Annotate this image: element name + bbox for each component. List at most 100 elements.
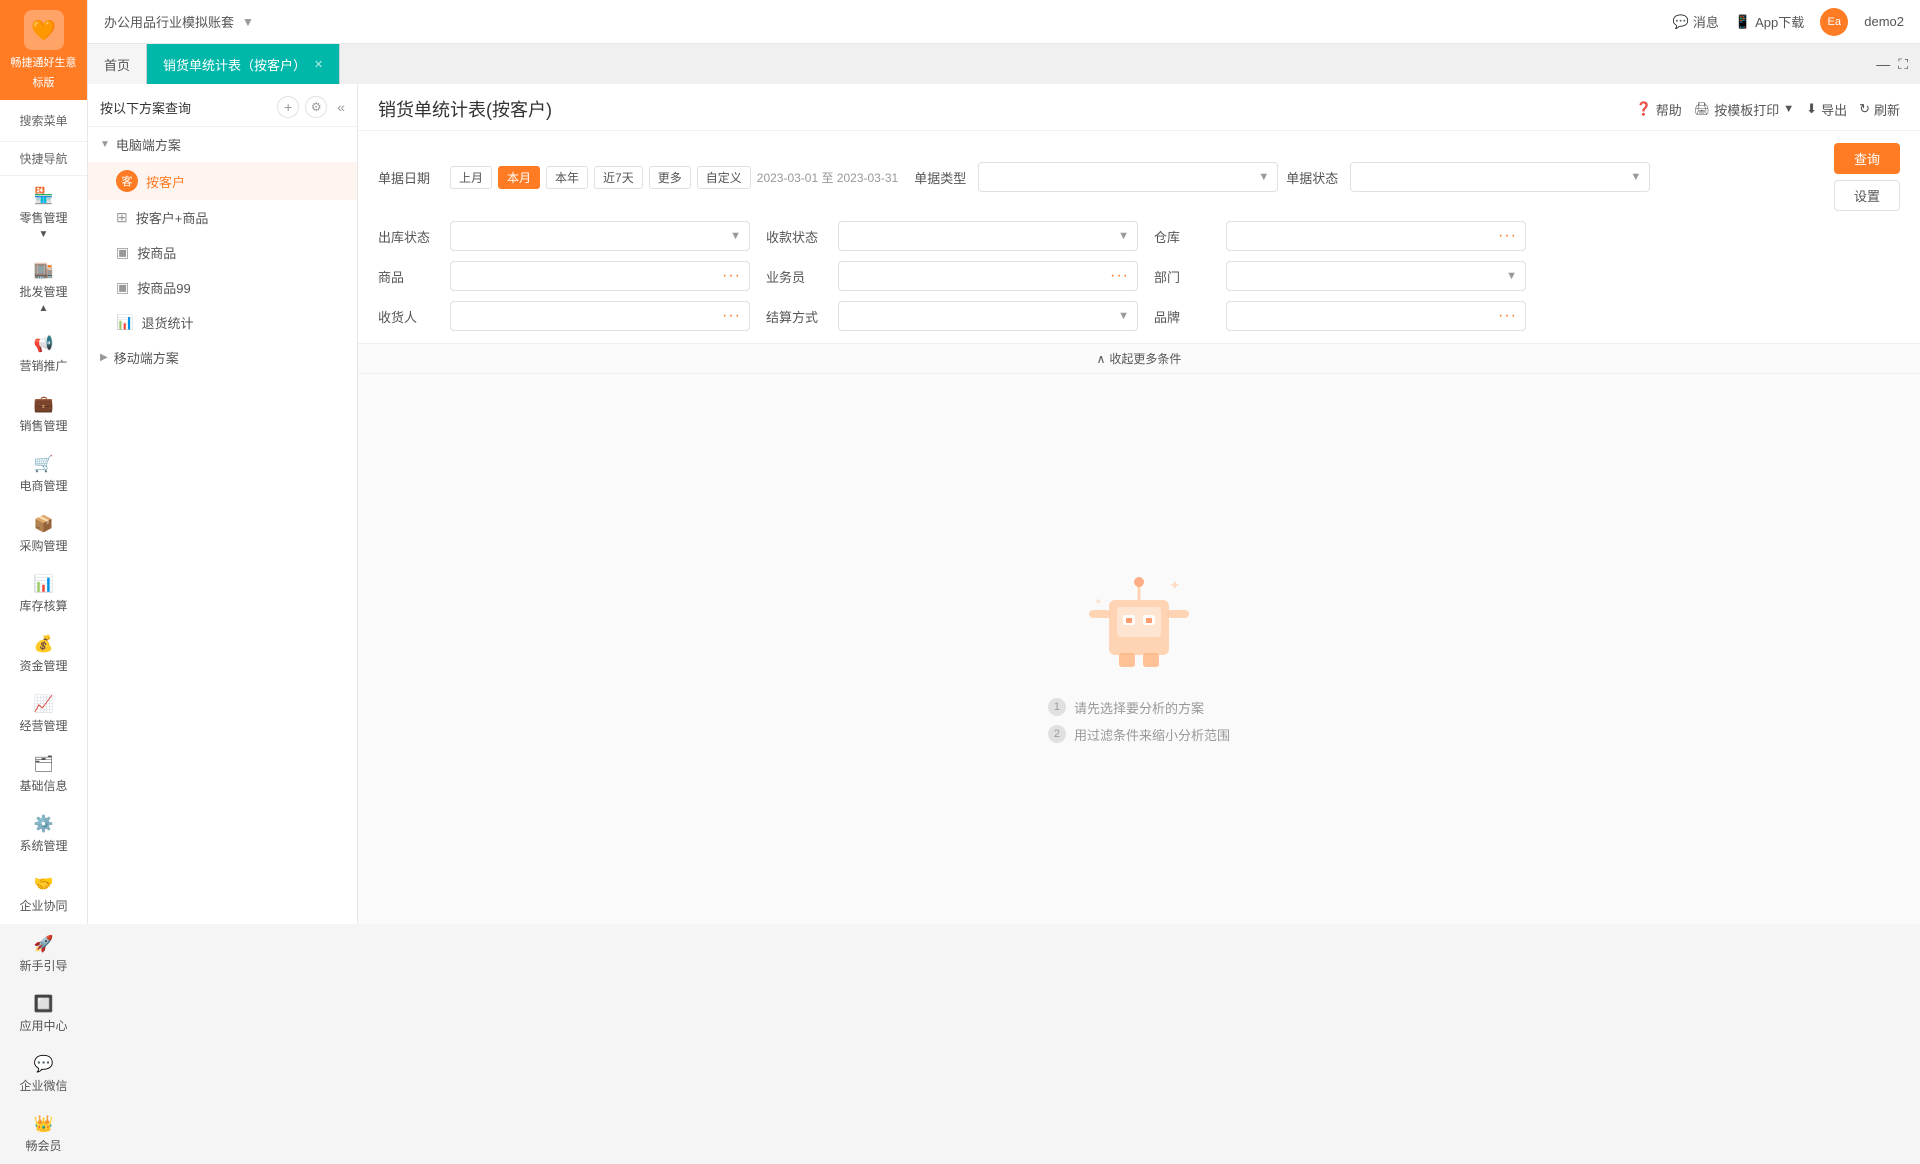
left-panel: 按以下方案查询 + ⚙ « ▼ 电脑端方案 客 按客户 ⊞ [88, 84, 358, 924]
username[interactable]: demo2 [1864, 14, 1904, 29]
sidebar-item-wechat[interactable]: 💬 企业微信 [0, 1044, 87, 1104]
hint-1-num: 1 [1048, 698, 1066, 716]
out-status-arrow: ▼ [730, 230, 741, 242]
date-btn-this-month[interactable]: 本月 [498, 166, 540, 189]
collapse-conditions-btn[interactable]: ∧ 收起更多条件 [358, 344, 1920, 374]
export-btn[interactable]: ⬇ 导出 [1806, 100, 1847, 119]
retail-icon: 🏪 [34, 186, 54, 206]
wechat-icon: 💬 [34, 1054, 54, 1074]
brand-input[interactable]: ··· [1226, 301, 1526, 331]
settlement-select[interactable]: ▼ [838, 301, 1138, 331]
desktop-group-label: 电脑端方案 [116, 135, 181, 154]
collapse-left-panel-btn[interactable]: « [337, 99, 345, 115]
tabbar: 首页 销货单统计表（按客户） ✕ — ⛶ [88, 44, 1920, 84]
sidebar-item-sales[interactable]: 💼 销售管理 [0, 384, 87, 444]
out-status-label: 出库状态 [378, 227, 434, 246]
by-goods-99-label: 按商品99 [137, 278, 190, 297]
sidebar-item-inventory[interactable]: 📊 库存核算 [0, 564, 87, 624]
sidebar-item-system[interactable]: ⚙️ 系统管理 [0, 804, 87, 864]
tab-close-icon[interactable]: ✕ [314, 58, 323, 71]
print-btn[interactable]: 🖨 按模板打印 ▼ [1694, 100, 1794, 119]
sidebar-item-retail[interactable]: 🏪 零售管理 ▼ [0, 176, 87, 250]
order-status-select[interactable]: ▼ [1350, 162, 1650, 192]
print-dropdown-arrow[interactable]: ▼ [1783, 103, 1794, 115]
order-status-arrow: ▼ [1630, 171, 1641, 183]
add-scheme-btn[interactable]: + [277, 96, 299, 118]
tab-sales-stat[interactable]: 销货单统计表（按客户） ✕ [147, 44, 340, 84]
query-btn[interactable]: 查询 [1834, 143, 1900, 174]
sidebar-item-apps[interactable]: 🔲 应用中心 [0, 984, 87, 1044]
empty-text: 1 请先选择要分析的方案 2 用过滤条件来缩小分析范围 [1048, 698, 1230, 744]
date-btn-more[interactable]: 更多 [649, 166, 691, 189]
robot-illustration: ✦ ✦ [1079, 555, 1199, 678]
help-btn[interactable]: ❓ 帮助 [1636, 100, 1682, 119]
out-status-select[interactable]: ▼ [450, 221, 750, 251]
sidebar-item-operations[interactable]: 📈 经营管理 [0, 684, 87, 744]
settings-btn[interactable]: 设置 [1834, 180, 1900, 211]
order-type-arrow: ▼ [1258, 171, 1269, 183]
date-btn-last-7[interactable]: 近7天 [594, 166, 643, 189]
sidebar-item-marketing[interactable]: 📢 营销推广 [0, 324, 87, 384]
empty-state: ✦ ✦ 1 请先选择要分析的方案 2 用过滤条件来缩小分析范围 [358, 374, 1920, 924]
logo-text: 畅捷通好生意 [11, 54, 77, 70]
tab-home[interactable]: 首页 [88, 44, 147, 84]
goods-input[interactable]: ··· [450, 261, 750, 291]
mobile-group-header[interactable]: ▶ 移动端方案 [88, 340, 357, 375]
message-btn[interactable]: 💬 消息 [1673, 12, 1719, 31]
mobile-group-arrow: ▶ [100, 352, 108, 363]
desktop-group-arrow: ▼ [100, 139, 110, 150]
refresh-btn[interactable]: ↻ 刷新 [1859, 100, 1900, 119]
ecommerce-icon: 🛒 [34, 454, 54, 474]
receiver-input[interactable]: ··· [450, 301, 750, 331]
order-type-select[interactable]: ▼ [978, 162, 1278, 192]
sidebar-item-purchase[interactable]: 📦 采购管理 [0, 504, 87, 564]
message-icon: 💬 [1673, 14, 1689, 30]
sidebar-item-vip[interactable]: 👑 畅会员 [0, 1104, 87, 1164]
date-btn-custom[interactable]: 自定义 [697, 166, 751, 189]
sidebar-item-guide[interactable]: 🚀 新手引导 [0, 924, 87, 984]
goods-dots: ··· [722, 267, 741, 285]
system-icon: ⚙️ [34, 814, 54, 834]
sidebar-item-wholesale[interactable]: 🏬 批发管理 ▲ [0, 250, 87, 324]
sidebar-item-finance[interactable]: 💰 资金管理 [0, 624, 87, 684]
logo[interactable]: 🧡 畅捷通好生意 标版 [0, 0, 87, 100]
settings-scheme-btn[interactable]: ⚙ [305, 96, 327, 118]
desktop-group-header[interactable]: ▼ 电脑端方案 [88, 127, 357, 162]
scheme-item-return-stat[interactable]: 📊 退货统计 [88, 305, 357, 340]
right-panel: 销货单统计表(按客户) ❓ 帮助 🖨 按模板打印 ▼ ⬇ 导出 [358, 84, 1920, 924]
tab-minimize-icon[interactable]: — [1876, 56, 1890, 72]
tabbar-actions: — ⛶ [1876, 56, 1920, 73]
sidebar-quicknav[interactable]: 快捷导航 [0, 142, 87, 176]
sidebar-item-ecommerce[interactable]: 🛒 电商管理 [0, 444, 87, 504]
date-btn-last-month[interactable]: 上月 [450, 166, 492, 189]
empty-hint-1: 1 请先选择要分析的方案 [1048, 698, 1230, 717]
company-dropdown-arrow[interactable]: ▼ [242, 15, 254, 29]
company-name: 办公用品行业模拟账套 [104, 12, 234, 31]
left-panel-title: 按以下方案查询 [100, 98, 191, 117]
settlement-arrow: ▼ [1118, 310, 1129, 322]
brand-dots: ··· [1498, 307, 1517, 325]
apps-icon: 🔲 [34, 994, 54, 1014]
scheme-item-by-customer-goods[interactable]: ⊞ 按客户+商品 [88, 200, 357, 235]
sidebar-search[interactable]: 搜索菜单 [0, 100, 87, 142]
salesperson-input[interactable]: ··· [838, 261, 1138, 291]
scheme-item-by-customer[interactable]: 客 按客户 [88, 162, 357, 200]
return-stat-icon: 📊 [116, 314, 133, 331]
warehouse-input[interactable]: ··· [1226, 221, 1526, 251]
sidebar-item-enterprise[interactable]: 🤝 企业协同 [0, 864, 87, 924]
sidebar-item-basics[interactable]: 🗂 基础信息 [0, 744, 87, 804]
tab-maximize-icon[interactable]: ⛶ [1898, 56, 1908, 73]
filter-row-3: 商品 ··· 业务员 ··· 部门 ▼ [378, 261, 1900, 291]
logo-icon: 🧡 [24, 10, 64, 50]
scheme-item-by-goods-99[interactable]: ▣ 按商品99 [88, 270, 357, 305]
app-download-btn[interactable]: 📱 App下载 [1735, 12, 1804, 31]
receipt-status-select[interactable]: ▼ [838, 221, 1138, 251]
scheme-item-by-goods[interactable]: ▣ 按商品 [88, 235, 357, 270]
dept-select[interactable]: ▼ [1226, 261, 1526, 291]
filter-row-1: 单据日期 上月 本月 本年 近7天 更多 自定义 2023-03-01 至 20… [378, 143, 1900, 211]
date-btn-this-year[interactable]: 本年 [546, 166, 588, 189]
filter-row-2: 出库状态 ▼ 收款状态 ▼ 仓库 ··· [378, 221, 1900, 251]
order-type-label: 单据类型 [914, 168, 970, 187]
by-customer-icon: 客 [116, 170, 138, 192]
user-avatar[interactable]: Ea [1820, 8, 1848, 36]
